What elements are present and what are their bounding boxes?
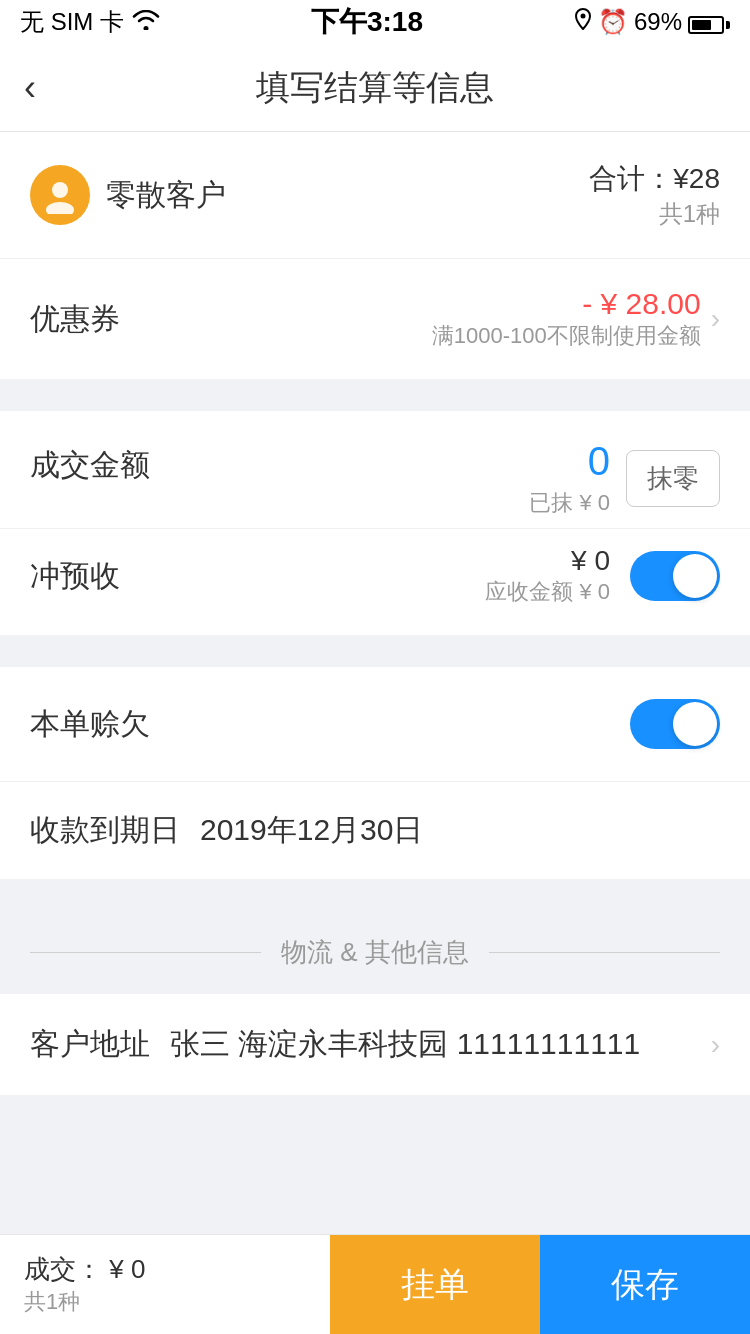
page-title: 填写结算等信息 bbox=[256, 65, 494, 111]
transaction-section: 成交金额 0 已抹 ¥ 0 抹零 冲预收 ¥ 0 应收金额 ¥ 0 bbox=[0, 411, 750, 635]
bottom-deal-amount: 成交： ¥ 0 bbox=[24, 1252, 306, 1287]
toggle-knob bbox=[673, 554, 717, 598]
bottom-deal-count: 共1种 bbox=[24, 1287, 306, 1317]
status-time: 下午3:18 bbox=[311, 3, 423, 41]
debt-label: 本单赊欠 bbox=[30, 704, 150, 745]
due-date-label: 收款到期日 bbox=[30, 810, 180, 851]
status-right: ⏰ 69% bbox=[574, 8, 730, 36]
bottom-spacer bbox=[0, 1111, 750, 1211]
round-off-button[interactable]: 抹零 bbox=[626, 450, 720, 507]
address-row[interactable]: 客户地址 张三 海淀永丰科技园 11111111111 › bbox=[0, 994, 750, 1095]
customer-total: 合计：¥28 共1种 bbox=[589, 160, 720, 230]
save-button[interactable]: 保存 bbox=[540, 1235, 750, 1335]
prereceive-toggle[interactable] bbox=[630, 551, 720, 601]
debt-toggle-knob bbox=[673, 702, 717, 746]
amount-label: 成交金额 bbox=[30, 439, 150, 486]
logistics-header: 物流 & 其他信息 bbox=[0, 911, 750, 994]
amount-value: 0 bbox=[529, 439, 610, 484]
customer-row[interactable]: 零散客户 合计：¥28 共1种 bbox=[0, 132, 750, 258]
battery-icon bbox=[688, 8, 730, 36]
hang-order-button[interactable]: 挂单 bbox=[330, 1235, 540, 1335]
svg-point-1 bbox=[52, 182, 68, 198]
total-amount: 合计：¥28 bbox=[589, 160, 720, 198]
amount-sub: 已抹 ¥ 0 bbox=[529, 488, 610, 518]
prereceive-label: 冲预收 bbox=[30, 556, 120, 597]
customer-name: 零散客户 bbox=[106, 175, 226, 216]
battery-text: 69% bbox=[634, 8, 682, 36]
debt-toggle[interactable] bbox=[630, 699, 720, 749]
logistics-title: 物流 & 其他信息 bbox=[281, 935, 469, 970]
status-left: 无 SIM 卡 bbox=[20, 6, 160, 38]
due-date-row[interactable]: 收款到期日 2019年12月30日 bbox=[0, 781, 750, 879]
amount-value-area: 0 已抹 ¥ 0 bbox=[529, 439, 610, 518]
alarm-icon: ⏰ bbox=[598, 8, 628, 36]
wifi-icon bbox=[132, 8, 160, 36]
prereceive-right: ¥ 0 应收金额 ¥ 0 bbox=[485, 545, 720, 607]
debt-row: 本单赊欠 bbox=[0, 667, 750, 781]
total-count: 共1种 bbox=[589, 198, 720, 230]
due-date-value: 2019年12月30日 bbox=[200, 810, 423, 851]
coupon-label: 优惠券 bbox=[30, 299, 120, 340]
address-section: 客户地址 张三 海淀永丰科技园 11111111111 › bbox=[0, 994, 750, 1095]
bottom-bar: 成交： ¥ 0 共1种 挂单 保存 bbox=[0, 1234, 750, 1334]
coupon-row[interactable]: 优惠券 - ¥ 28.00 满1000-100不限制使用金额 › bbox=[0, 258, 750, 379]
bottom-info: 成交： ¥ 0 共1种 bbox=[0, 1252, 330, 1317]
address-label: 客户地址 bbox=[30, 1024, 150, 1065]
location-icon bbox=[574, 8, 592, 36]
section-divider-1 bbox=[0, 395, 750, 411]
customer-left: 零散客户 bbox=[30, 165, 226, 225]
section-divider-2 bbox=[0, 651, 750, 667]
prereceive-row: 冲预收 ¥ 0 应收金额 ¥ 0 bbox=[0, 528, 750, 635]
prereceive-value-area: ¥ 0 应收金额 ¥ 0 bbox=[485, 545, 610, 607]
debt-section: 本单赊欠 收款到期日 2019年12月30日 bbox=[0, 667, 750, 879]
prereceive-amount: ¥ 0 bbox=[485, 545, 610, 577]
divider-line-left bbox=[30, 952, 261, 953]
nav-bar: ‹ 填写结算等信息 bbox=[0, 44, 750, 132]
divider-line-right bbox=[489, 952, 720, 953]
prereceive-sub: 应收金额 ¥ 0 bbox=[485, 577, 610, 607]
customer-section: 零散客户 合计：¥28 共1种 优惠券 - ¥ 28.00 满1000-100不… bbox=[0, 132, 750, 379]
section-divider-3 bbox=[0, 895, 750, 911]
coupon-desc: 满1000-100不限制使用金额 bbox=[432, 321, 701, 351]
svg-point-2 bbox=[46, 202, 74, 214]
address-value: 张三 海淀永丰科技园 11111111111 bbox=[170, 1024, 711, 1065]
amount-right: 0 已抹 ¥ 0 抹零 bbox=[529, 439, 720, 518]
status-bar: 无 SIM 卡 下午3:18 ⏰ 69% bbox=[0, 0, 750, 44]
back-button[interactable]: ‹ bbox=[24, 67, 36, 109]
address-chevron-icon: › bbox=[711, 1029, 720, 1061]
coupon-value-area: - ¥ 28.00 满1000-100不限制使用金额 bbox=[432, 287, 701, 351]
svg-point-0 bbox=[580, 14, 585, 19]
coupon-right: - ¥ 28.00 满1000-100不限制使用金额 › bbox=[432, 287, 720, 351]
avatar bbox=[30, 165, 90, 225]
coupon-amount: - ¥ 28.00 bbox=[432, 287, 701, 321]
amount-row: 成交金额 0 已抹 ¥ 0 抹零 bbox=[0, 411, 750, 528]
chevron-right-icon: › bbox=[711, 303, 720, 335]
no-sim-text: 无 SIM 卡 bbox=[20, 6, 124, 38]
